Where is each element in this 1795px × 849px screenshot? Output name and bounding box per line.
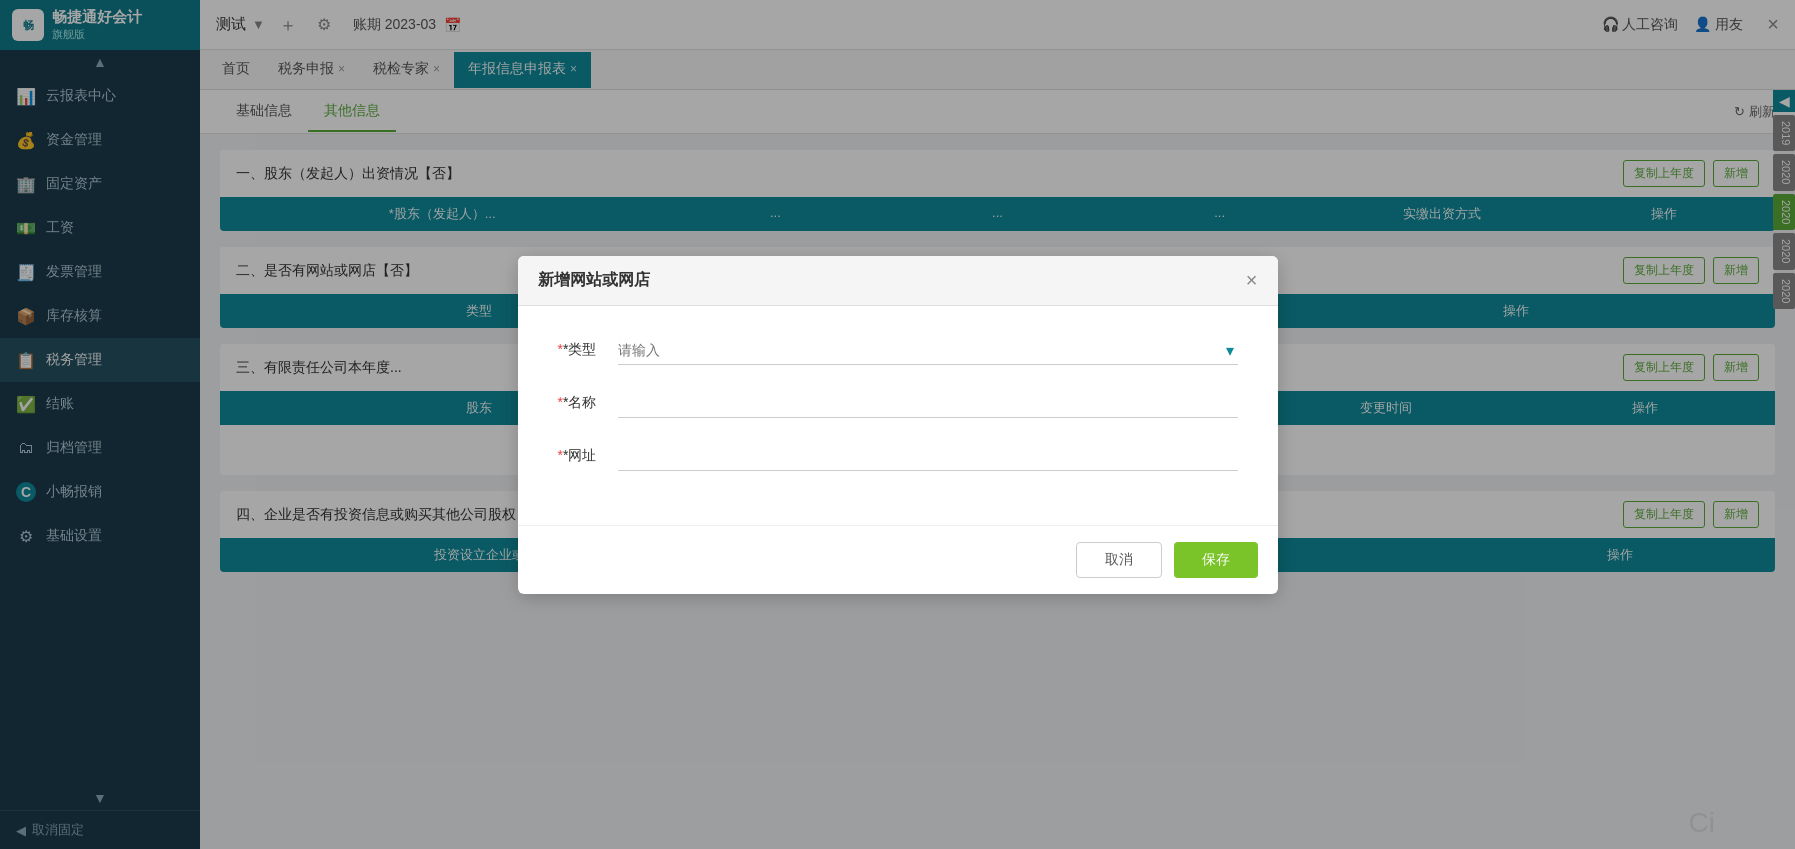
dialog-overlay[interactable]: 新增网站或网店 × **类型 ▾ **名称 [0,0,1795,849]
type-label: **类型 [558,341,618,359]
dialog-body: **类型 ▾ **名称 **网址 [518,306,1278,525]
add-website-dialog: 新增网站或网店 × **类型 ▾ **名称 [518,256,1278,594]
form-field-type: **类型 ▾ [558,336,1238,365]
dialog-header: 新增网站或网店 × [518,256,1278,306]
url-input-wrap [618,442,1238,471]
dialog-title: 新增网站或网店 [538,270,650,291]
type-input[interactable] [618,336,1238,365]
dialog-footer: 取消 保存 [518,525,1278,594]
save-button[interactable]: 保存 [1174,542,1258,578]
name-input-wrap [618,389,1238,418]
dialog-close-button[interactable]: × [1246,270,1258,290]
url-label: **网址 [558,447,618,465]
cancel-button[interactable]: 取消 [1076,542,1162,578]
name-input[interactable] [618,389,1238,418]
type-input-wrap: ▾ [618,336,1238,365]
form-field-url: **网址 [558,442,1238,471]
name-label: **名称 [558,394,618,412]
form-field-name: **名称 [558,389,1238,418]
url-input[interactable] [618,442,1238,471]
